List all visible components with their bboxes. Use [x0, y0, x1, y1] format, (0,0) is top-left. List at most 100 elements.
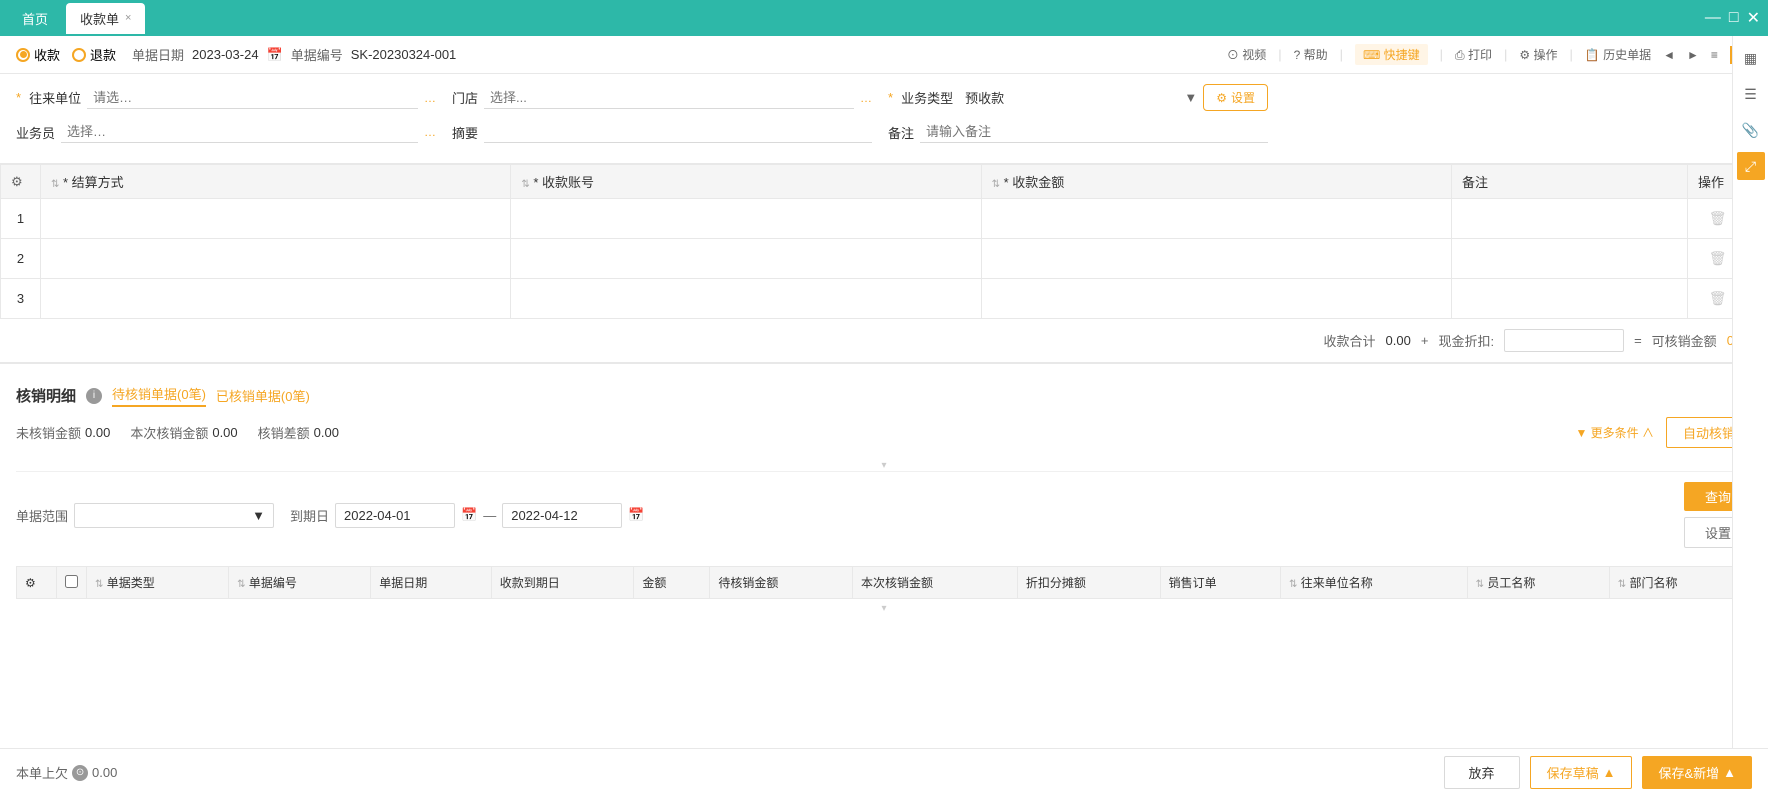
tab-bar: 首页 收款单 × — □ ✕ [0, 0, 1768, 36]
help-action[interactable]: ? 帮助 [1294, 46, 1328, 63]
verify-info-icon[interactable]: i [86, 388, 102, 404]
vcol-gear[interactable]: ⚙ [17, 567, 57, 599]
col-settings[interactable]: ⚙ [1, 165, 41, 199]
row-account-3[interactable] [511, 279, 981, 319]
verify-table: ⚙ ⇅ 单据类型 ⇅ 单据编号 单据日期 收款到期日 金额 [16, 566, 1752, 599]
business-type-field: * 业务类型 预收款 ▼ ⚙ 设置 [888, 84, 1268, 111]
more-conditions-btn[interactable]: ▼ 更多条件 ∧ [1575, 424, 1654, 441]
bottom-info-icon[interactable]: ⊙ [72, 765, 88, 781]
stat-unverified: 未核销金额 0.00 [16, 423, 110, 442]
tab-pending[interactable]: 待核销单据(0笔) [112, 384, 206, 407]
counterparty-more-icon[interactable]: … [424, 91, 436, 105]
print-action[interactable]: ⎙ 打印 [1455, 46, 1492, 63]
row-amount-1[interactable] [981, 199, 1451, 239]
prev-icon[interactable]: ◄ [1663, 48, 1675, 62]
row-settlement-1[interactable] [41, 199, 511, 239]
row-remarks-1[interactable] [1451, 199, 1687, 239]
sidebar-table-icon[interactable]: ▦ [1737, 44, 1765, 72]
discard-button[interactable]: 放弃 [1444, 756, 1520, 789]
bottom-actions: 放弃 保存草稿 ▲ 保存&新增 ▲ [1444, 756, 1752, 789]
bottom-info-label: 本单上欠 [16, 763, 68, 782]
to-date-input[interactable] [502, 503, 622, 528]
shortcut-action[interactable]: ⌨ 快捷键 [1355, 44, 1428, 65]
tab-home[interactable]: 首页 [8, 3, 62, 34]
from-date-calendar-icon[interactable]: 📅 [461, 507, 477, 523]
counterparty-label: 往来单位 [29, 88, 81, 107]
radio-shoukuan[interactable]: 收款 [16, 45, 60, 64]
verify-table-gear-icon[interactable]: ⚙ [25, 576, 36, 590]
row-remarks-3[interactable] [1451, 279, 1687, 319]
from-date-input[interactable] [335, 503, 455, 528]
radio-tuikuan[interactable]: 退款 [72, 45, 116, 64]
store-more-icon[interactable]: … [860, 91, 872, 105]
summary-input[interactable] [484, 121, 872, 143]
business-type-value: 预收款 [959, 85, 1178, 110]
radio-tuikuan-label: 退款 [90, 45, 116, 64]
discount-input[interactable] [1504, 329, 1624, 352]
remarks-input[interactable] [920, 121, 1268, 143]
vcol-pending: 待核销金额 [710, 567, 853, 599]
close-window-icon[interactable]: ✕ [1747, 8, 1760, 28]
save-new-arrow[interactable]: ▲ [1723, 765, 1736, 780]
table-gear-icon[interactable]: ⚙ [11, 174, 23, 189]
salesperson-label: 业务员 [16, 123, 55, 142]
calendar-icon[interactable]: 📅 [267, 47, 283, 63]
row-num-3: 3 [1, 279, 41, 319]
maximize-icon[interactable]: □ [1729, 9, 1739, 27]
remarks-label: 备注 [888, 123, 914, 142]
video-action[interactable]: ⊙ 视频 [1227, 46, 1266, 63]
history-action[interactable]: 📋 历史单据 [1585, 46, 1651, 63]
remarks-field: 备注 [888, 121, 1268, 143]
total-label: 收款合计 [1324, 331, 1376, 350]
row-account-2[interactable] [511, 239, 981, 279]
save-draft-arrow[interactable]: ▲ [1603, 765, 1616, 780]
counterparty-input[interactable] [87, 87, 418, 109]
filter-row: 单据范围 ▼ 到期日 📅 — 📅 查询 设置 [16, 471, 1752, 558]
toolbar: 收款 退款 单据日期 2023-03-24 📅 单据编号 SK-20230324… [0, 36, 1768, 74]
summary-field: 摘要 [452, 121, 872, 143]
sidebar-expand-icon[interactable]: ⤢ [1737, 152, 1765, 180]
list-view-icon[interactable]: ≡ [1711, 48, 1718, 62]
tab-active[interactable]: 收款单 × [66, 3, 145, 34]
next-icon[interactable]: ► [1687, 48, 1699, 62]
sidebar-list-icon[interactable]: ☰ [1737, 80, 1765, 108]
row-remarks-2[interactable] [1451, 239, 1687, 279]
radio-dot-inactive [72, 48, 86, 62]
stat-current-label: 本次核销金额 [130, 423, 208, 442]
form-settings-button[interactable]: ⚙ 设置 [1203, 84, 1268, 111]
salesperson-input[interactable] [61, 121, 418, 143]
save-draft-button[interactable]: 保存草稿 ▲ [1530, 756, 1633, 789]
verify-section: 核销明细 i 待核销单据(0笔) 已核销单据(0笔) 未核销金额 0.00 本次… [0, 372, 1768, 626]
store-input[interactable] [484, 87, 854, 109]
vcol-due-date: 收款到期日 [491, 567, 634, 599]
store-field: 门店 … [452, 87, 872, 109]
bottom-info: 本单上欠 ⊙ 0.00 [16, 763, 117, 782]
row-settlement-3[interactable] [41, 279, 511, 319]
date-range-sep: — [483, 508, 496, 523]
delete-icon-2[interactable]: 🗑 [1709, 250, 1727, 266]
sidebar-attach-icon[interactable]: 📎 [1737, 116, 1765, 144]
tab-done[interactable]: 已核销单据(0笔) [216, 386, 310, 405]
business-type-label: 业务类型 [901, 88, 953, 107]
minimize-icon[interactable]: — [1705, 9, 1721, 27]
salesperson-more-icon[interactable]: … [424, 125, 436, 139]
row-account-1[interactable] [511, 199, 981, 239]
bottom-bar: 本单上欠 ⊙ 0.00 放弃 保存草稿 ▲ 保存&新增 ▲ [0, 748, 1768, 796]
total-value: 0.00 [1386, 333, 1411, 348]
select-all-checkbox[interactable] [65, 575, 78, 588]
operation-action[interactable]: ⚙ 操作 [1519, 46, 1557, 63]
save-new-button[interactable]: 保存&新增 ▲ [1642, 756, 1752, 789]
vcol-discount: 折扣分摊额 [1017, 567, 1160, 599]
number-label: 单据编号 [291, 45, 343, 64]
to-date-calendar-icon[interactable]: 📅 [628, 507, 644, 523]
row-amount-2[interactable] [981, 239, 1451, 279]
delete-icon-3[interactable]: 🗑 [1709, 290, 1727, 306]
delete-icon-1[interactable]: 🗑 [1709, 210, 1727, 226]
radio-group: 收款 退款 [16, 45, 116, 64]
row-amount-3[interactable] [981, 279, 1451, 319]
tab-close-icon[interactable]: × [125, 12, 131, 24]
range-select[interactable]: ▼ [74, 503, 274, 528]
bottom-info-value: 0.00 [92, 765, 117, 780]
business-type-dropdown[interactable]: ▼ [1184, 90, 1197, 105]
row-settlement-2[interactable] [41, 239, 511, 279]
